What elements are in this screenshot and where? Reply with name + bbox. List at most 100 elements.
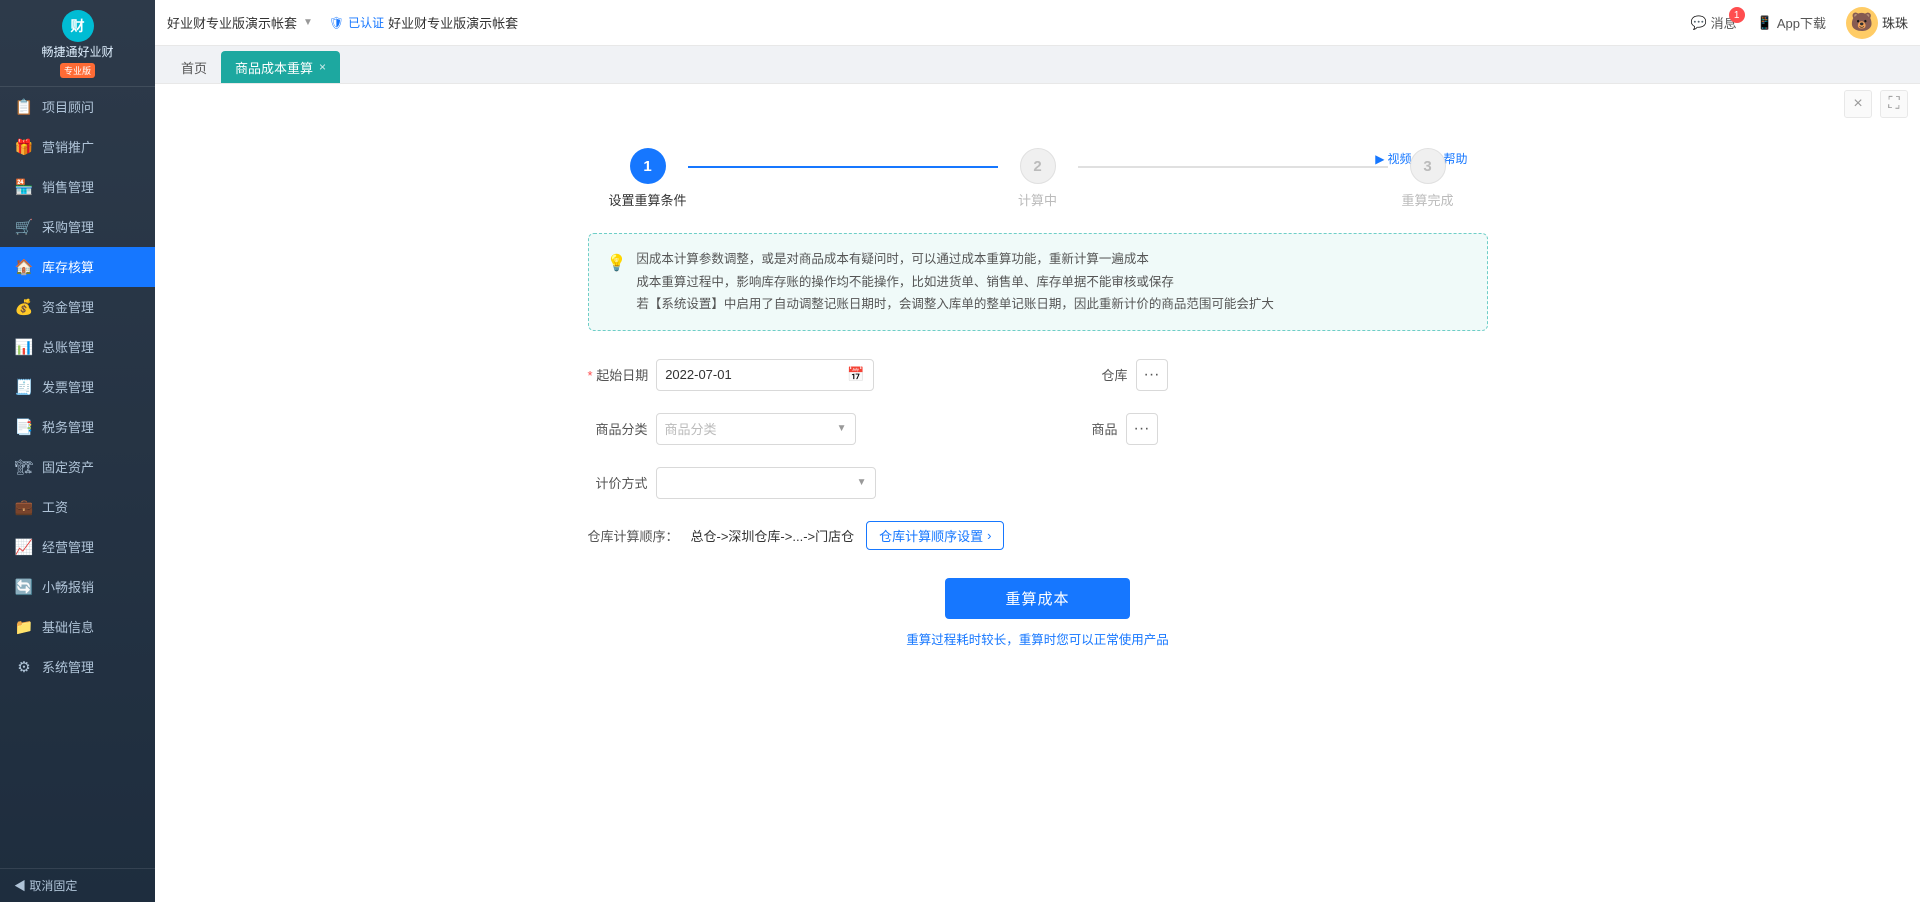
sidebar: 财 畅捷通好业财 专业版 📋 项目顾问 🎁 营销推广 🏪 销售管理 🛒 采购管理… <box>0 0 155 902</box>
video-help-btn[interactable]: ▶ 视频 <box>1375 150 1411 167</box>
message-badge: 1 <box>1729 7 1745 23</box>
sidebar-item-marketing[interactable]: 🎁 营销推广 <box>0 127 155 167</box>
form-group-start-date: * 起始日期 📅 <box>588 359 1008 391</box>
tabs-bar: 首页 商品成本重算 × <box>155 46 1920 84</box>
goods-dots-btn[interactable]: ··· <box>1126 413 1158 445</box>
sidebar-item-label: 销售管理 <box>42 177 94 196</box>
mobile-icon: 📱 <box>1757 15 1773 31</box>
expand-window-btn[interactable]: ⛶ <box>1880 90 1908 118</box>
goods-label: 商品 <box>1058 419 1118 438</box>
logo-badge: 专业版 <box>60 63 95 78</box>
category-label: 商品分类 <box>588 419 648 438</box>
step-1-label: 设置重算条件 <box>608 190 686 209</box>
close-icon: × <box>1853 95 1862 113</box>
form-group-pricing: 计价方式 ▼ <box>588 467 1038 499</box>
logo-title: 畅捷通好业财 <box>41 45 113 61</box>
unpin-label: ◀ 取消固定 <box>14 877 77 894</box>
start-date-label: * 起始日期 <box>588 365 649 384</box>
accounting-icon: 📊 <box>14 337 34 357</box>
project-icon: 📋 <box>14 97 34 117</box>
sidebar-item-label: 库存核算 <box>42 257 94 276</box>
chevron-right-icon: › <box>987 528 991 543</box>
recalc-note: 重算过程耗时较长，重算时您可以正常使用产品 <box>906 629 1169 648</box>
verified-badge: 🛡 已认证 <box>329 14 384 31</box>
close-window-btn[interactable]: × <box>1844 90 1872 118</box>
form-row-3: 计价方式 ▼ <box>588 467 1488 499</box>
user-avatar-area[interactable]: 🐻 珠珠 <box>1846 7 1908 39</box>
pricing-select[interactable]: ▼ <box>656 467 876 499</box>
submit-area: 重算成本 重算过程耗时较长，重算时您可以正常使用产品 <box>588 578 1488 648</box>
sidebar-item-system[interactable]: ⚙ 系统管理 <box>0 647 155 687</box>
sidebar-item-sales[interactable]: 🏪 销售管理 <box>0 167 155 207</box>
tax-icon: 📑 <box>14 417 34 437</box>
sidebar-item-label: 项目顾问 <box>42 97 94 116</box>
step-2: 2 计算中 <box>998 148 1078 209</box>
sidebar-item-accounting[interactable]: 📊 总账管理 <box>0 327 155 367</box>
message-btn[interactable]: 💬 消息 1 <box>1690 13 1736 32</box>
stepper: 1 设置重算条件 2 计算中 <box>608 138 1468 209</box>
form-group-warehouse: 仓库 ··· <box>1008 359 1488 391</box>
operation-icon: 📈 <box>14 537 34 557</box>
step-3-label: 重算完成 <box>1401 190 1453 209</box>
inventory-icon: 🏠 <box>14 257 34 277</box>
sidebar-item-salary[interactable]: 💼 工资 <box>0 487 155 527</box>
shield-icon: 🛡 <box>329 16 344 30</box>
form-group-category: 商品分类 商品分类 ▼ <box>588 413 1018 445</box>
warehouse-order-settings-btn[interactable]: 仓库计算顺序设置 › <box>866 521 1004 550</box>
sidebar-item-label: 采购管理 <box>42 217 94 236</box>
pricing-label: 计价方式 <box>588 473 648 492</box>
invoice-icon: 🧾 <box>14 377 34 397</box>
form-row-1: * 起始日期 📅 仓库 ··· <box>588 359 1488 391</box>
start-date-input-wrap[interactable]: 📅 <box>656 359 873 391</box>
tab-home[interactable]: 首页 <box>167 51 221 83</box>
sidebar-item-inventory[interactable]: 🏠 库存核算 <box>0 247 155 287</box>
tab-recalc[interactable]: 商品成本重算 × <box>221 51 340 83</box>
warehouse-order-label: 仓库计算顺序： <box>588 526 679 545</box>
chevron-down-icon: ▼ <box>857 477 867 488</box>
sidebar-item-finance[interactable]: 💰 资金管理 <box>0 287 155 327</box>
calendar-icon[interactable]: 📅 <box>847 366 864 383</box>
sidebar-item-basic[interactable]: 📁 基础信息 <box>0 607 155 647</box>
sidebar-item-label: 总账管理 <box>42 337 94 356</box>
recalc-btn[interactable]: 重算成本 <box>945 578 1129 619</box>
account-selector[interactable]: 好业财专业版演示帐套 ▼ <box>167 13 313 32</box>
warehouse-dots-btn[interactable]: ··· <box>1136 359 1168 391</box>
warehouse-order-value: 总仓->深圳仓库->...->门店仓 <box>691 526 855 545</box>
sidebar-item-label: 系统管理 <box>42 657 94 676</box>
sidebar-item-tax[interactable]: 📑 税务管理 <box>0 407 155 447</box>
form-area: * 起始日期 📅 仓库 ··· <box>588 359 1488 648</box>
sidebar-item-expense[interactable]: 🔄 小畅报销 <box>0 567 155 607</box>
step-2-label: 计算中 <box>1018 190 1057 209</box>
required-star: * <box>588 368 593 383</box>
chevron-down-icon: ▼ <box>837 423 847 434</box>
sidebar-item-assets[interactable]: 🏗 固定资产 <box>0 447 155 487</box>
content-area: × ⛶ 1 设置重算条件 <box>155 84 1920 902</box>
content-top-actions: × ⛶ <box>155 84 1920 118</box>
step-connector-2 <box>1078 166 1388 168</box>
username-label: 珠珠 <box>1882 13 1908 32</box>
info-text: 因成本计算参数调整，或是对商品成本有疑问时，可以通过成本重算功能，重新计算一遍成… <box>636 248 1274 316</box>
tab-close-icon[interactable]: × <box>319 60 326 74</box>
sidebar-item-operation[interactable]: 📈 经营管理 <box>0 527 155 567</box>
sidebar-item-label: 税务管理 <box>42 417 94 436</box>
logo-icon: 财 <box>62 10 94 42</box>
sidebar-nav: 📋 项目顾问 🎁 营销推广 🏪 销售管理 🛒 采购管理 🏠 库存核算 💰 资金管… <box>0 87 155 868</box>
sidebar-unpin-btn[interactable]: ◀ 取消固定 <box>0 868 155 902</box>
app-download-btn[interactable]: 📱 App下载 <box>1757 13 1826 32</box>
form-group-goods: 商品 ··· <box>1018 413 1488 445</box>
system-icon: ⚙ <box>14 657 34 677</box>
sidebar-item-label: 基础信息 <box>42 617 94 636</box>
step-1: 1 设置重算条件 <box>608 148 688 209</box>
sidebar-item-label: 营销推广 <box>42 137 94 156</box>
category-select[interactable]: 商品分类 ▼ <box>656 413 856 445</box>
sidebar-item-project[interactable]: 📋 项目顾问 <box>0 87 155 127</box>
step-2-circle: 2 <box>1020 148 1056 184</box>
info-box: 💡 因成本计算参数调整，或是对商品成本有疑问时，可以通过成本重算功能，重新计算一… <box>588 233 1488 331</box>
marketing-icon: 🎁 <box>14 137 34 157</box>
start-date-input[interactable] <box>665 367 841 382</box>
sidebar-item-label: 资金管理 <box>42 297 94 316</box>
sidebar-item-purchase[interactable]: 🛒 采购管理 <box>0 207 155 247</box>
warehouse-order-btn-label: 仓库计算顺序设置 <box>879 526 983 545</box>
sidebar-item-label: 固定资产 <box>42 457 94 476</box>
sidebar-item-invoice[interactable]: 🧾 发票管理 <box>0 367 155 407</box>
